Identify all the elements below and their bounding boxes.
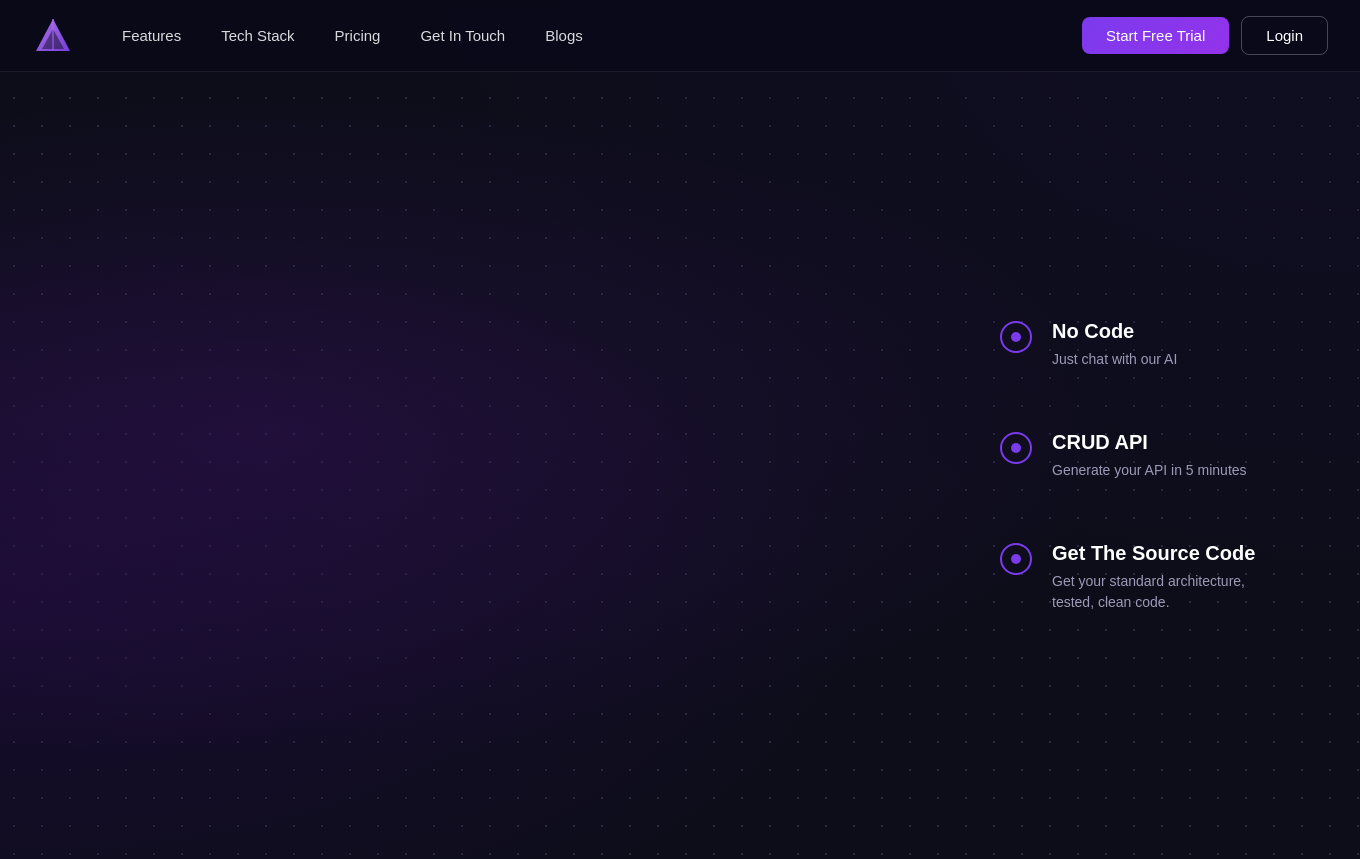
feature-crud-api: CRUD API Generate your API in 5 minutes	[1000, 430, 1312, 481]
nav-item-tech-stack[interactable]: Tech Stack	[221, 27, 294, 44]
logo-icon	[32, 15, 74, 57]
features-panel: No Code Just chat with our AI CRUD API G…	[980, 72, 1360, 859]
no-code-description: Just chat with our AI	[1052, 349, 1177, 370]
crud-api-icon-wrap	[1000, 432, 1032, 464]
no-code-text: No Code Just chat with our AI	[1052, 319, 1177, 370]
crud-api-description: Generate your API in 5 minutes	[1052, 460, 1247, 481]
crud-api-title: CRUD API	[1052, 430, 1247, 454]
hero-panel	[0, 72, 980, 859]
source-code-description: Get your standard architecture, tested, …	[1052, 571, 1282, 613]
no-code-title: No Code	[1052, 319, 1177, 343]
nav-actions: Start Free Trial Login	[1082, 16, 1328, 55]
source-code-icon-inner	[1011, 554, 1021, 564]
feature-no-code: No Code Just chat with our AI	[1000, 319, 1312, 370]
source-code-text: Get The Source Code Get your standard ar…	[1052, 541, 1282, 613]
nav-item-pricing[interactable]: Pricing	[335, 27, 381, 44]
feature-source-code: Get The Source Code Get your standard ar…	[1000, 541, 1312, 613]
nav-item-get-in-touch[interactable]: Get In Touch	[420, 27, 505, 44]
nav-item-blogs[interactable]: Blogs	[545, 27, 583, 44]
source-code-icon-wrap	[1000, 543, 1032, 575]
crud-api-icon-inner	[1011, 443, 1021, 453]
source-code-icon	[1000, 543, 1032, 575]
nav-item-features[interactable]: Features	[122, 27, 181, 44]
crud-api-text: CRUD API Generate your API in 5 minutes	[1052, 430, 1247, 481]
no-code-icon	[1000, 321, 1032, 353]
main-content: No Code Just chat with our AI CRUD API G…	[0, 72, 1360, 859]
login-button[interactable]: Login	[1241, 16, 1328, 55]
start-free-trial-button[interactable]: Start Free Trial	[1082, 17, 1229, 54]
navbar: Features Tech Stack Pricing Get In Touch…	[0, 0, 1360, 72]
logo-link[interactable]	[32, 15, 74, 57]
no-code-icon-inner	[1011, 332, 1021, 342]
no-code-icon-wrap	[1000, 321, 1032, 353]
source-code-title: Get The Source Code	[1052, 541, 1282, 565]
crud-api-icon	[1000, 432, 1032, 464]
nav-links: Features Tech Stack Pricing Get In Touch…	[122, 27, 1082, 44]
